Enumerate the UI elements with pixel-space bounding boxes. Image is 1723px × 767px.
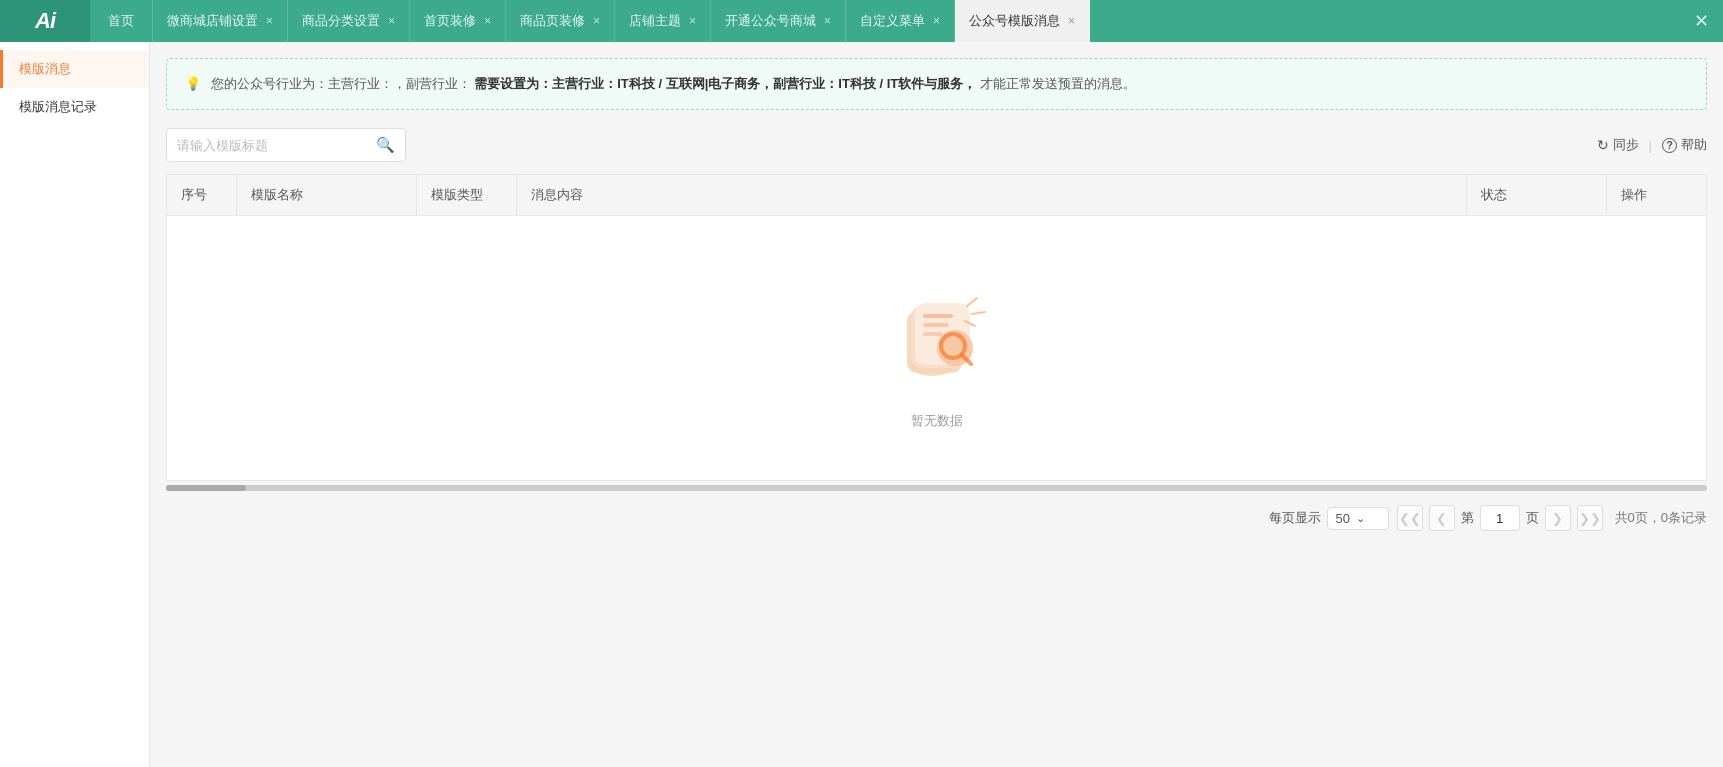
svg-rect-6	[923, 332, 943, 336]
nav-tab-custom-menu-close[interactable]: ×	[933, 15, 940, 27]
per-page-select: 每页显示 50 ⌄	[1269, 507, 1389, 530]
last-page-button[interactable]: ❯❯	[1577, 505, 1603, 531]
search-icon[interactable]: 🔍	[376, 136, 395, 154]
nav-tab-custom-menu[interactable]: 自定义菜单 ×	[846, 0, 955, 42]
empty-text: 暂无数据	[167, 412, 1706, 430]
nav-tab-wsc-setting-close[interactable]: ×	[266, 15, 273, 27]
page-suffix: 页	[1526, 509, 1539, 527]
data-table: 序号 模版名称 模版类型 消息内容 状态 操作	[166, 174, 1707, 481]
col-header-content: 消息内容	[517, 175, 1467, 216]
notice-highlight: 需要设置为：主营行业：IT科技 / 互联网|电子商务，副营行业：IT科技 / I…	[474, 76, 976, 91]
col-header-type: 模版类型	[417, 175, 517, 216]
page-info: ❮❮ ❮ 第 页 ❯ ❯❯ 共0页，0条记录	[1397, 505, 1707, 531]
next-page-button[interactable]: ❯	[1545, 505, 1571, 531]
content-area: 💡 您的公众号行业为：主营行业：，副营行业： 需要设置为：主营行业：IT科技 /…	[150, 42, 1723, 767]
bulb-icon: 💡	[185, 76, 201, 91]
sync-button[interactable]: ↻ 同步	[1597, 136, 1639, 154]
toolbar-divider: |	[1649, 138, 1652, 153]
toolbar-right: ↻ 同步 | ? 帮助	[1597, 136, 1707, 154]
pagination: 每页显示 50 ⌄ ❮❮ ❮ 第 页 ❯ ❯❯ 共0页，0条记录	[166, 495, 1707, 541]
main-layout: 模版消息 模版消息记录 💡 您的公众号行业为：主营行业：，副营行业： 需要设置为…	[0, 42, 1723, 767]
per-page-dropdown[interactable]: 50 ⌄	[1327, 507, 1389, 530]
sidebar: 模版消息 模版消息记录	[0, 42, 150, 767]
notice-box: 💡 您的公众号行业为：主营行业：，副营行业： 需要设置为：主营行业：IT科技 /…	[166, 58, 1707, 110]
nav-tab-product-category-close[interactable]: ×	[388, 15, 395, 27]
logo: Ai	[0, 0, 90, 42]
help-button[interactable]: ? 帮助	[1662, 136, 1707, 154]
sidebar-item-template-msg[interactable]: 模版消息	[0, 50, 149, 88]
nav-tab-home-decor-close[interactable]: ×	[484, 15, 491, 27]
nav-tab-shop-theme-close[interactable]: ×	[689, 15, 696, 27]
col-header-seq: 序号	[167, 175, 237, 216]
search-bar: 🔍 ↻ 同步 | ? 帮助	[166, 128, 1707, 162]
nav-tab-product-decor[interactable]: 商品页装修 ×	[506, 0, 615, 42]
svg-rect-5	[923, 323, 949, 327]
nav-tab-shop-theme[interactable]: 店铺主题 ×	[615, 0, 711, 42]
nav-tab-product-category[interactable]: 商品分类设置 ×	[288, 0, 410, 42]
top-nav: Ai 首页 微商城店铺设置 × 商品分类设置 × 首页装修 × 商品页装修 × …	[0, 0, 1723, 42]
svg-line-11	[972, 312, 985, 314]
table-empty-row: 暂无数据	[167, 216, 1707, 481]
empty-icon	[877, 276, 997, 396]
per-page-label: 每页显示	[1269, 509, 1321, 527]
help-icon: ?	[1662, 138, 1677, 153]
nav-tabs: 首页 微商城店铺设置 × 商品分类设置 × 首页装修 × 商品页装修 × 店铺主…	[90, 0, 1680, 42]
nav-tab-template-msg-close[interactable]: ×	[1068, 15, 1075, 27]
page-prefix: 第	[1461, 509, 1474, 527]
nav-tab-open-mall-close[interactable]: ×	[824, 15, 831, 27]
per-page-value: 50	[1336, 511, 1350, 526]
first-page-button[interactable]: ❮❮	[1397, 505, 1423, 531]
nav-tab-wsc-setting[interactable]: 微商城店铺设置 ×	[153, 0, 288, 42]
close-all-tabs-button[interactable]: ✕	[1680, 0, 1723, 42]
page-number-input[interactable]	[1480, 505, 1520, 531]
svg-rect-4	[923, 314, 953, 318]
search-input-wrap[interactable]: 🔍	[166, 128, 406, 162]
search-input[interactable]	[177, 138, 372, 153]
sidebar-item-template-msg-record[interactable]: 模版消息记录	[0, 88, 149, 126]
col-header-name: 模版名称	[237, 175, 417, 216]
nav-tab-home[interactable]: 首页	[90, 0, 153, 42]
col-header-status: 状态	[1467, 175, 1607, 216]
sync-icon: ↻	[1597, 137, 1609, 153]
notice-suffix: 才能正常发送预置的消息。	[980, 76, 1136, 91]
total-info: 共0页，0条记录	[1615, 509, 1707, 527]
col-header-action: 操作	[1607, 175, 1707, 216]
nav-tab-home-decor[interactable]: 首页装修 ×	[410, 0, 506, 42]
prev-page-button[interactable]: ❮	[1429, 505, 1455, 531]
empty-state: 暂无数据	[167, 216, 1706, 480]
nav-tab-product-decor-close[interactable]: ×	[593, 15, 600, 27]
nav-tab-template-msg[interactable]: 公众号模版消息 ×	[955, 0, 1090, 42]
table-header-row: 序号 模版名称 模版类型 消息内容 状态 操作	[167, 175, 1707, 216]
chevron-down-icon: ⌄	[1356, 512, 1365, 525]
nav-tab-open-mall[interactable]: 开通公众号商城 ×	[711, 0, 846, 42]
svg-line-10	[967, 298, 977, 306]
notice-prefix: 您的公众号行业为：主营行业：，副营行业：	[211, 76, 471, 91]
